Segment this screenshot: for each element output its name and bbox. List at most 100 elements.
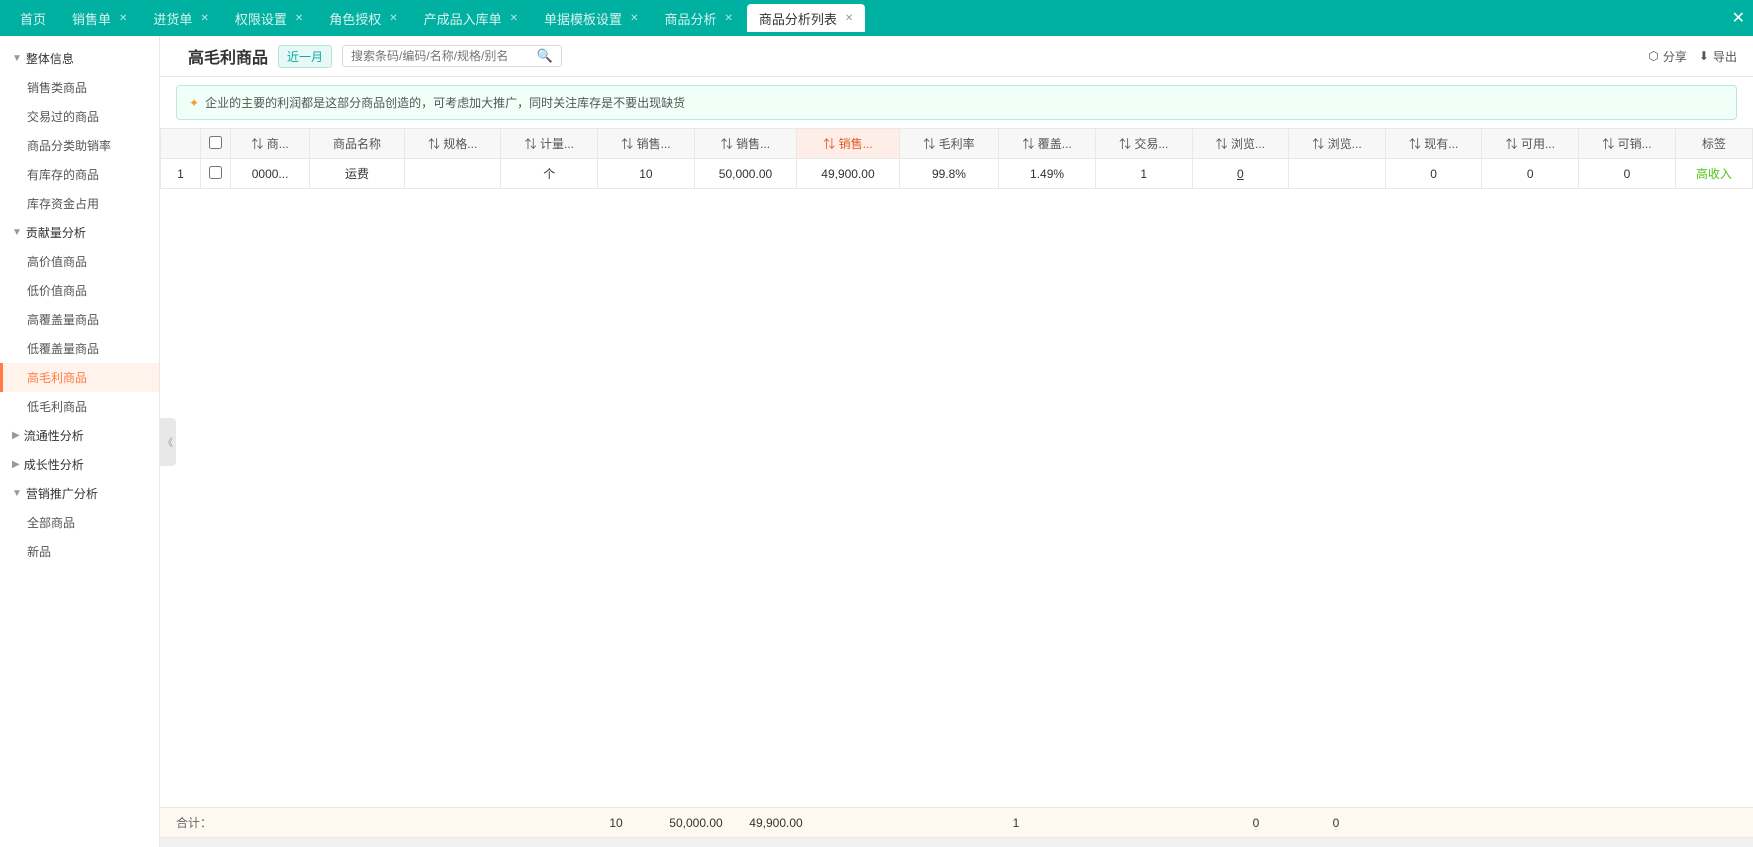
- col-code-header[interactable]: ⇅ 商...: [231, 129, 310, 159]
- sort-icon: ⇅: [1312, 137, 1324, 151]
- search-icon[interactable]: 🔍: [537, 48, 553, 64]
- sort-icon: ⇅: [1409, 137, 1421, 151]
- page-title: 高毛利商品: [188, 44, 268, 68]
- sort-icon: ⇅: [621, 137, 633, 151]
- col-sales-qty-header[interactable]: ⇅ 销售...: [598, 129, 695, 159]
- sidebar-group-overall[interactable]: ▼ 整体信息: [0, 44, 159, 73]
- tab-permission[interactable]: 权限设置 ✕: [223, 4, 315, 32]
- row-checkbox[interactable]: [209, 166, 222, 179]
- sidebar-item-high-coverage[interactable]: 高覆盖量商品: [0, 305, 159, 334]
- arrow-down-icon: ▼: [12, 227, 22, 238]
- col-sellable-header[interactable]: ⇅ 可销...: [1579, 129, 1676, 159]
- sidebar-item-sales-goods[interactable]: 销售类商品: [0, 73, 159, 102]
- select-all-checkbox[interactable]: [209, 136, 222, 149]
- sidebar-item-in-stock[interactable]: 有库存的商品: [0, 160, 159, 189]
- row-num: 1: [161, 159, 201, 189]
- row-trade: 1: [1095, 159, 1192, 189]
- tab-close[interactable]: ✕: [630, 13, 638, 24]
- sort-icon: ⇅: [428, 137, 440, 151]
- share-icon: ⬡: [1648, 49, 1658, 63]
- sort-icon: ⇅: [923, 137, 935, 151]
- sidebar-collapse-button[interactable]: 《: [160, 418, 176, 466]
- col-gross-margin-header[interactable]: ⇅ 毛利率: [899, 129, 999, 159]
- tab-home[interactable]: 首页: [8, 4, 58, 32]
- col-num-header: [161, 129, 201, 159]
- sort-icon: ⇅: [525, 137, 537, 151]
- row-sales-amount: 50,000.00: [694, 159, 796, 189]
- col-unit-header[interactable]: ⇅ 计量...: [501, 129, 598, 159]
- tab-sales[interactable]: 销售单 ✕: [60, 4, 139, 32]
- col-name-header[interactable]: 商品名称: [310, 129, 405, 159]
- tab-close[interactable]: ✕: [389, 13, 397, 24]
- tab-close[interactable]: ✕: [200, 13, 208, 24]
- col-current-header[interactable]: ⇅ 现有...: [1385, 129, 1482, 159]
- footer-label: 合计：: [176, 814, 256, 831]
- row-view1[interactable]: 0: [1192, 159, 1289, 189]
- sidebar-item-category-rate[interactable]: 商品分类助销率: [0, 131, 159, 160]
- table-row: 1 0000... 运费 个 10 50,000.00 49,900.00 99…: [161, 159, 1753, 189]
- search-input[interactable]: [351, 49, 537, 63]
- sort-icon: ⇅: [721, 137, 733, 151]
- tab-role[interactable]: 角色授权 ✕: [317, 4, 409, 32]
- col-view2-header[interactable]: ⇅ 浏览...: [1289, 129, 1386, 159]
- col-trade-header[interactable]: ⇅ 交易...: [1095, 129, 1192, 159]
- tab-purchase[interactable]: 进货单 ✕: [141, 4, 220, 32]
- col-available-header[interactable]: ⇅ 可用...: [1482, 129, 1579, 159]
- col-sales-amount-header[interactable]: ⇅ 销售...: [694, 129, 796, 159]
- sort-icon: ⇅: [1602, 137, 1614, 151]
- row-name: 运费: [310, 159, 405, 189]
- row-check[interactable]: [201, 159, 231, 189]
- row-available: 0: [1482, 159, 1579, 189]
- filter-recent-month-button[interactable]: 近一月: [278, 45, 332, 68]
- row-view2: [1289, 159, 1386, 189]
- tab-close[interactable]: ✕: [510, 13, 518, 24]
- sidebar-item-new-goods[interactable]: 新品: [0, 537, 159, 566]
- horizontal-scrollbar[interactable]: [160, 837, 1753, 847]
- table-container: ⇅ 商... 商品名称 ⇅ 规格... ⇅ 计量...: [160, 128, 1753, 807]
- tab-close[interactable]: ✕: [295, 13, 303, 24]
- share-button[interactable]: ⬡ 分享: [1648, 48, 1687, 65]
- sidebar-item-low-value[interactable]: 低价值商品: [0, 276, 159, 305]
- arrow-down-icon: ▼: [12, 53, 22, 64]
- sort-icon: ⇅: [1119, 137, 1131, 151]
- window-close[interactable]: ✕: [1732, 8, 1745, 28]
- export-button[interactable]: ⬇ 导出: [1699, 48, 1737, 65]
- col-spec-header[interactable]: ⇅ 规格...: [404, 129, 501, 159]
- sidebar-group-contribution[interactable]: ▼ 贡献量分析: [0, 218, 159, 247]
- tab-product-in[interactable]: 产成品入库单 ✕: [412, 4, 530, 32]
- footer-current: 0: [1216, 816, 1296, 830]
- sidebar-item-low-coverage[interactable]: 低覆盖量商品: [0, 334, 159, 363]
- tab-template[interactable]: 单据模板设置 ✕: [532, 4, 650, 32]
- tab-analysis-list[interactable]: 商品分析列表 ✕: [747, 4, 865, 32]
- row-gross-margin: 99.8%: [899, 159, 999, 189]
- main-layout: ▼ 整体信息 销售类商品 交易过的商品 商品分类助销率 有库存的商品 库存资金占…: [0, 36, 1753, 847]
- tab-analysis[interactable]: 商品分析 ✕: [652, 4, 744, 32]
- sort-icon: ⇅: [251, 137, 263, 151]
- sidebar-group-marketing[interactable]: ▼ 营销推广分析: [0, 479, 159, 508]
- row-coverage: 1.49%: [999, 159, 1096, 189]
- sidebar-group-growth[interactable]: ▶ 成长性分析: [0, 450, 159, 479]
- tab-close[interactable]: ✕: [845, 13, 853, 24]
- col-view1-header[interactable]: ⇅ 浏览...: [1192, 129, 1289, 159]
- sidebar-item-stock-capital[interactable]: 库存资金占用: [0, 189, 159, 218]
- sort-icon: ⇅: [823, 137, 835, 151]
- sort-icon: ⇅: [1022, 137, 1034, 151]
- sidebar-item-low-margin[interactable]: 低毛利商品: [0, 392, 159, 421]
- sidebar-item-traded-goods[interactable]: 交易过的商品: [0, 102, 159, 131]
- col-sales-cost-header[interactable]: ⇅ 销售...: [797, 129, 899, 159]
- sidebar-item-all-goods[interactable]: 全部商品: [0, 508, 159, 537]
- content-area: 《 高毛利商品 近一月 🔍 ⬡ 分享 ⬇ 导出 ✦ 企: [160, 36, 1753, 847]
- tab-close[interactable]: ✕: [724, 13, 732, 24]
- sort-icon: ⇅: [1216, 137, 1228, 151]
- sidebar-item-high-value[interactable]: 高价值商品: [0, 247, 159, 276]
- row-code[interactable]: 0000...: [231, 159, 310, 189]
- header-actions: ⬡ 分享 ⬇ 导出: [1648, 48, 1737, 65]
- sidebar-item-high-margin[interactable]: 高毛利商品: [0, 363, 159, 392]
- sidebar-group-liquidity[interactable]: ▶ 流通性分析: [0, 421, 159, 450]
- row-spec: [404, 159, 501, 189]
- tab-close[interactable]: ✕: [119, 13, 127, 24]
- col-coverage-header[interactable]: ⇅ 覆盖...: [999, 129, 1096, 159]
- footer-sales-qty: 10: [576, 816, 656, 830]
- data-table: ⇅ 商... 商品名称 ⇅ 规格... ⇅ 计量...: [160, 128, 1753, 189]
- arrow-down-icon: ▼: [12, 488, 22, 499]
